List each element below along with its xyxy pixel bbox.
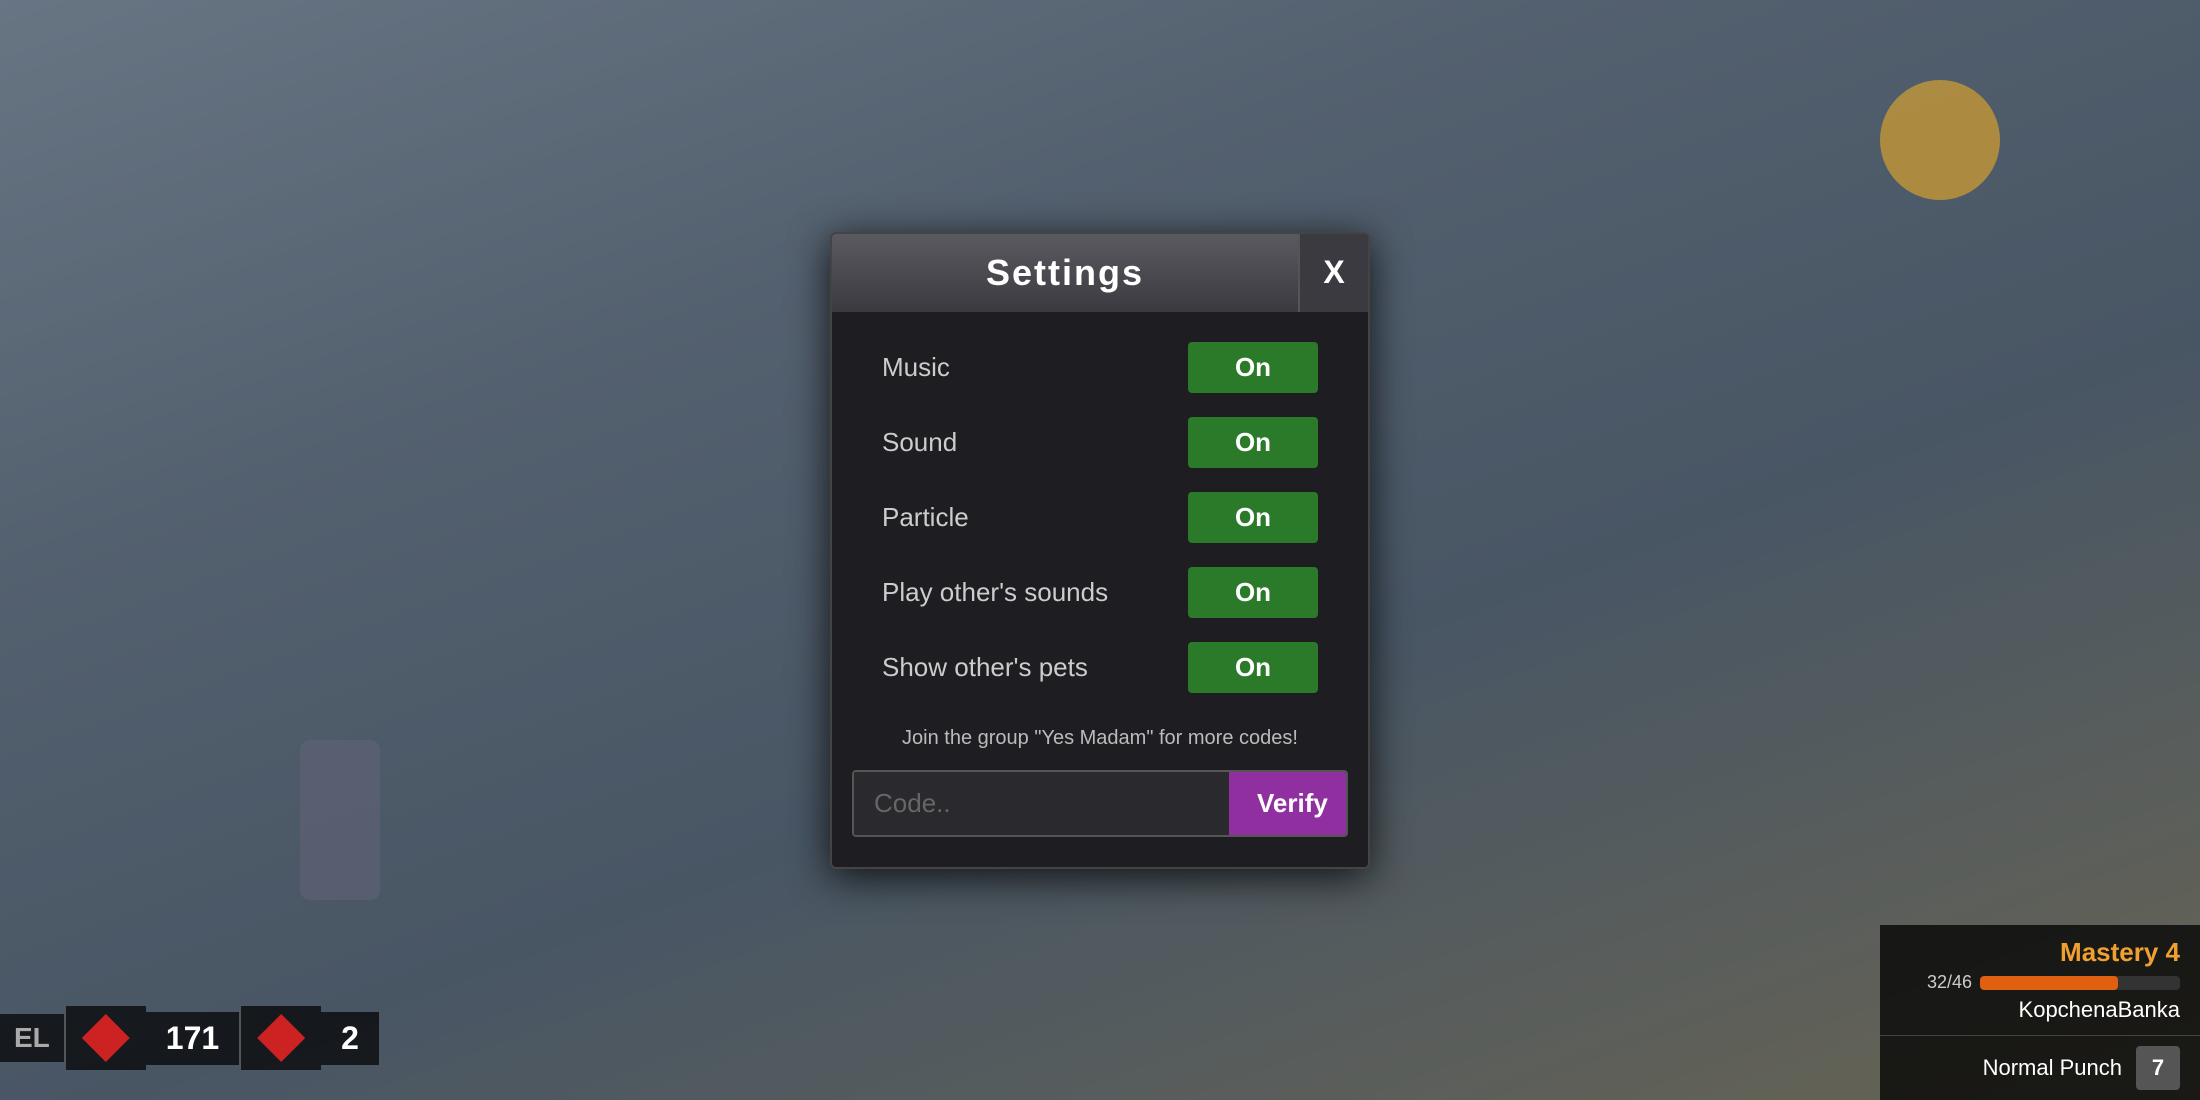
settings-header: Settings X [832,234,1368,312]
settings-row-show-others-pets: Show other's pets On [832,632,1368,703]
settings-row-sound: Sound On [832,407,1368,478]
music-toggle[interactable]: On [1188,342,1318,393]
show-others-pets-toggle[interactable]: On [1188,642,1318,693]
sound-toggle[interactable]: On [1188,417,1318,468]
verify-button[interactable]: Verify [1229,772,1348,835]
promo-text: Join the group "Yes Madam" for more code… [832,707,1368,760]
settings-row-play-others-sounds: Play other's sounds On [832,557,1368,628]
close-button[interactable]: X [1298,234,1368,312]
modal-overlay: Settings X Music On Sound On Particl [0,0,2200,1100]
music-label: Music [882,352,950,383]
settings-modal: Settings X Music On Sound On Particl [830,232,1370,869]
sound-label: Sound [882,427,957,458]
settings-row-music: Music On [832,332,1368,403]
code-input[interactable] [854,772,1229,835]
settings-title-bar: Settings [832,234,1298,312]
settings-title: Settings [856,252,1274,294]
particle-toggle[interactable]: On [1188,492,1318,543]
code-input-row: Verify [852,770,1348,837]
play-others-sounds-toggle[interactable]: On [1188,567,1318,618]
settings-row-particle: Particle On [832,482,1368,553]
show-others-pets-label: Show other's pets [882,652,1088,683]
particle-label: Particle [882,502,969,533]
play-others-sounds-label: Play other's sounds [882,577,1108,608]
